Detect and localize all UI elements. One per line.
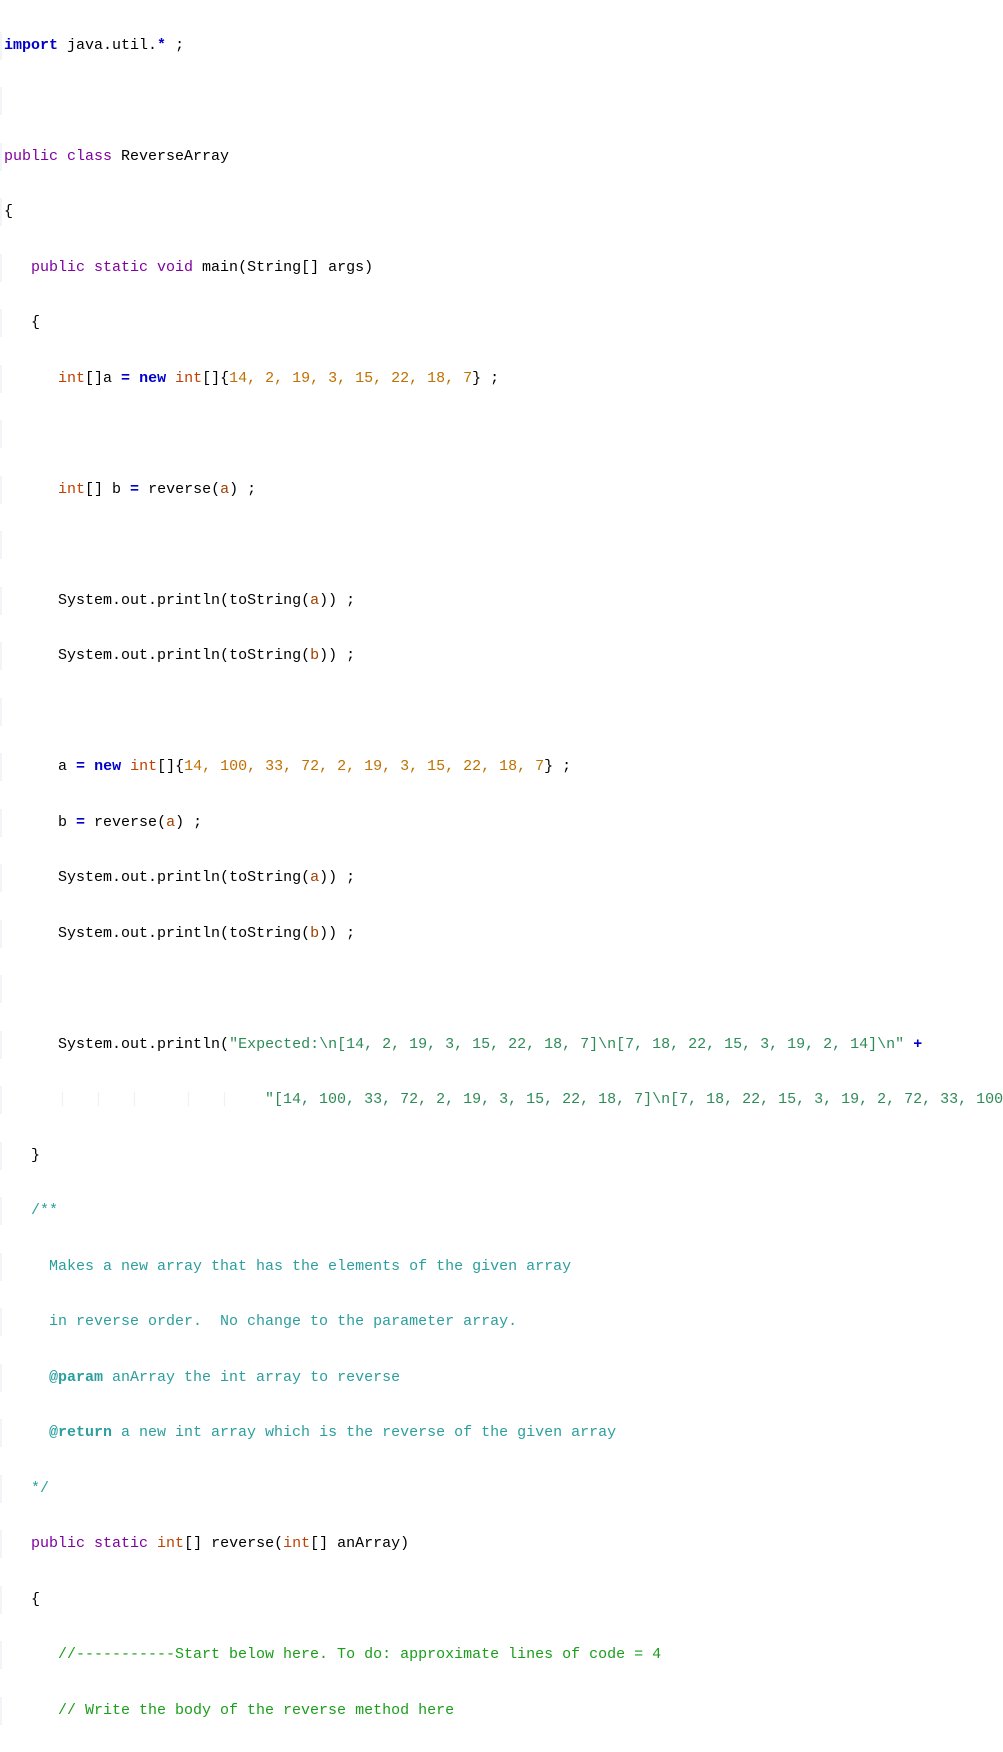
- code-line: System.out.println("Expected:\n[14, 2, 1…: [0, 1031, 1003, 1059]
- code-line: System.out.println(toString(b)) ;: [0, 920, 1003, 948]
- code-line: public static void main(String[] args): [0, 254, 1003, 282]
- code-line: }: [0, 1142, 1003, 1170]
- code-line: import java.util.* ;: [0, 32, 1003, 60]
- code-line: b = reverse(a) ;: [0, 809, 1003, 837]
- code-line: [0, 420, 1003, 448]
- code-line: System.out.println(toString(a)) ;: [0, 587, 1003, 615]
- code-line: System.out.println(toString(a)) ;: [0, 864, 1003, 892]
- code-line: int[] b = reverse(a) ;: [0, 476, 1003, 504]
- code-editor: import java.util.* ; public class Revers…: [0, 0, 1003, 1752]
- code-line: a = new int[]{14, 100, 33, 72, 2, 19, 3,…: [0, 753, 1003, 781]
- code-line: //-----------Start below here. To do: ap…: [0, 1641, 1003, 1669]
- code-line: int[]a = new int[]{14, 2, 19, 3, 15, 22,…: [0, 365, 1003, 393]
- code-line: System.out.println(toString(b)) ;: [0, 642, 1003, 670]
- code-line: [0, 975, 1003, 1003]
- code-line: in reverse order. No change to the param…: [0, 1308, 1003, 1336]
- code-line: | | | | | "[14, 100, 33, 72, 2, 19, 3, 1…: [0, 1086, 1003, 1114]
- code-line: @param anArray the int array to reverse: [0, 1364, 1003, 1392]
- keyword-import: import: [4, 37, 58, 54]
- code-line: public static int[] reverse(int[] anArra…: [0, 1530, 1003, 1558]
- code-line: // Write the body of the reverse method …: [0, 1697, 1003, 1725]
- code-line: @return a new int array which is the rev…: [0, 1419, 1003, 1447]
- code-line: {: [0, 198, 1003, 226]
- code-line: {: [0, 309, 1003, 337]
- code-line: public class ReverseArray: [0, 143, 1003, 171]
- code-line: Makes a new array that has the elements …: [0, 1253, 1003, 1281]
- code-line: [0, 698, 1003, 726]
- code-line: */: [0, 1475, 1003, 1503]
- code-line: [0, 531, 1003, 559]
- code-line: /**: [0, 1197, 1003, 1225]
- code-line: {: [0, 1586, 1003, 1614]
- code-line: [0, 87, 1003, 115]
